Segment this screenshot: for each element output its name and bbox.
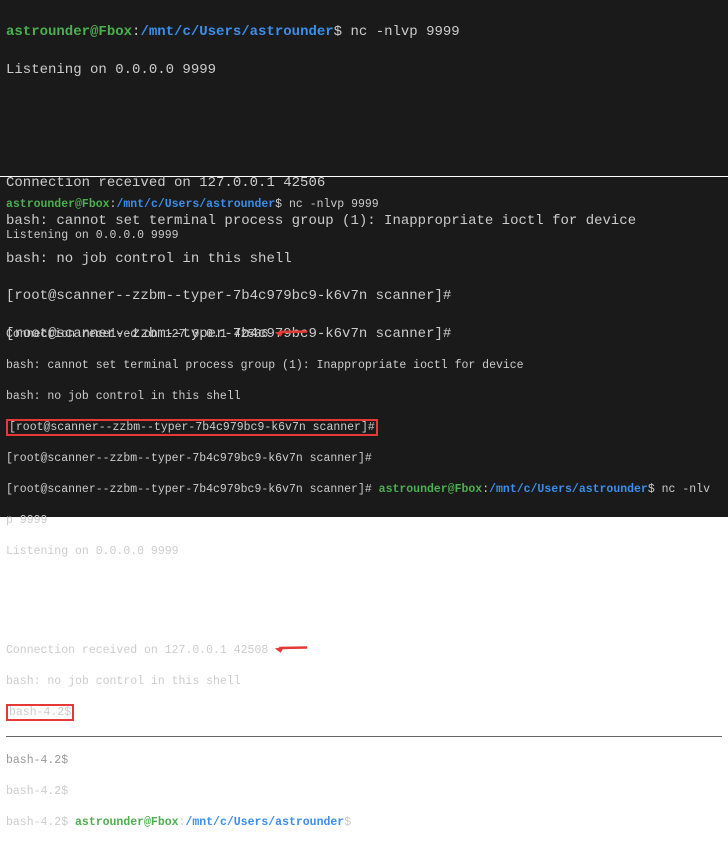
wrapped-command: p 9999 <box>6 513 722 529</box>
bash-prefix: bash-4.2$ <box>6 816 75 829</box>
highlight-box: [root@scanner--zzbm--typer-7b4c979bc9-k6… <box>6 419 378 436</box>
output-line: Listening on 0.0.0.0 9999 <box>6 228 722 244</box>
output-line: bash: no job control in this shell <box>6 674 722 690</box>
output-line: Connection received on 127.0.0.1 42506 <box>6 174 722 193</box>
blank-line <box>6 98 722 117</box>
prompt-dollar: $ <box>334 24 342 40</box>
blank-line <box>6 606 722 622</box>
cwd-path: /mnt/c/Users/astrounder <box>116 198 275 211</box>
prompt-dollar: $ <box>344 816 351 829</box>
prompt-line[interactable]: astrounder@Fbox:/mnt/c/Users/astrounder$… <box>6 23 722 42</box>
highlight-box: bash-4.2$ <box>6 704 74 721</box>
cwd-path: /mnt/c/Users/astrounder <box>140 24 333 40</box>
terminal-top: astrounder@Fbox:/mnt/c/Users/astrounder$… <box>0 0 728 176</box>
bash-prompt[interactable]: bash-4.2$ <box>6 784 722 800</box>
colon: : <box>179 816 186 829</box>
root-prefix: [root@scanner--zzbm--typer-7b4c979bc9-k6… <box>6 483 379 496</box>
prompt-dollar: $ <box>275 198 282 211</box>
output-line: Listening on 0.0.0.0 9999 <box>6 544 722 560</box>
output-line: Connection received on 127.0.0.1 42506 <box>6 321 722 343</box>
blank-line <box>6 136 722 155</box>
output-line: bash: no job control in this shell <box>6 389 722 405</box>
conn-text: Connection received on 127.0.0.1 42506 <box>6 328 268 341</box>
output-line: Connection received on 127.0.0.1 42508 <box>6 637 722 659</box>
user-host: astrounder@Fbox <box>6 24 132 40</box>
divider <box>6 736 722 737</box>
output-line: bash: cannot set terminal process group … <box>6 358 722 374</box>
user-host: astrounder@Fbox <box>75 816 179 829</box>
root-prompt[interactable]: [root@scanner--zzbm--typer-7b4c979bc9-k6… <box>6 451 722 467</box>
cwd-path: /mnt/c/Users/astrounder <box>185 816 344 829</box>
blank-line <box>6 575 722 591</box>
command-text: nc -nlvp 9999 <box>350 24 459 40</box>
cwd-path: /mnt/c/Users/astrounder <box>489 483 648 496</box>
blank-line <box>6 259 722 275</box>
bash-prompt[interactable]: bash-4.2$ <box>6 753 722 769</box>
user-host: astrounder@Fbox <box>6 198 110 211</box>
prompt-line[interactable]: astrounder@Fbox:/mnt/c/Users/astrounder$… <box>6 197 722 213</box>
blank-line <box>6 290 722 306</box>
bash-prompt-highlighted[interactable]: bash-4.2$ <box>6 705 722 721</box>
root-prompt-highlighted[interactable]: [root@scanner--zzbm--typer-7b4c979bc9-k6… <box>6 420 722 436</box>
annotation-arrow-icon <box>273 318 310 345</box>
output-line: Listening on 0.0.0.0 9999 <box>6 61 722 80</box>
command-text: nc -nlv <box>662 483 710 496</box>
bash-prompt-with-cmd[interactable]: bash-4.2$ astrounder@Fbox:/mnt/c/Users/a… <box>6 815 722 831</box>
root-prompt-with-cmd[interactable]: [root@scanner--zzbm--typer-7b4c979bc9-k6… <box>6 482 722 498</box>
user-host: astrounder@Fbox <box>379 483 483 496</box>
terminal-bottom: astrounder@Fbox:/mnt/c/Users/astrounder$… <box>0 177 728 517</box>
prompt-dollar: $ <box>648 483 655 496</box>
conn-text: Connection received on 127.0.0.1 42508 <box>6 644 268 657</box>
annotation-arrow-icon <box>273 635 310 662</box>
command-text: nc -nlvp 9999 <box>289 198 379 211</box>
